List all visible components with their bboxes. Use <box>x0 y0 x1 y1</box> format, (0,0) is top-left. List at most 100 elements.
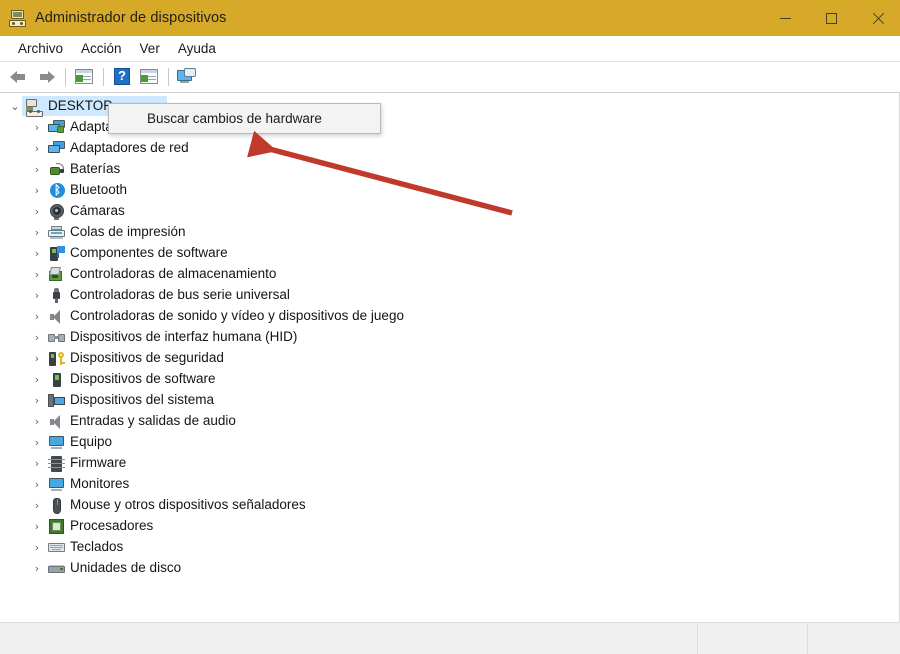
display-adapter-icon <box>48 119 65 136</box>
tree-item-controladoras-de-sonido[interactable]: › Controladoras de sonido y vídeo y disp… <box>0 306 899 327</box>
chevron-right-icon[interactable]: › <box>30 269 44 280</box>
tree-item-label: Entradas y salidas de audio <box>70 413 236 429</box>
device-tree[interactable]: ⌄ DESKTOP- › Adaptadores de pantalla <box>0 93 900 622</box>
tree-item-label: Controladoras de almacenamiento <box>70 266 277 282</box>
tree-item-entradas-y-salidas-de-audio[interactable]: › Entradas y salidas de audio <box>0 411 899 432</box>
content-area: ⌄ DESKTOP- › Adaptadores de pantalla <box>0 93 900 622</box>
tree-item-colas-de-impresion[interactable]: › Colas de impresión <box>0 222 899 243</box>
tree-item-label: Baterías <box>70 161 121 177</box>
security-device-icon <box>48 351 65 367</box>
chevron-right-icon[interactable]: › <box>30 437 44 448</box>
chevron-right-icon[interactable]: › <box>30 206 44 217</box>
device-manager-icon <box>9 9 26 27</box>
tree-item-mouse-y-otros-dispositivos[interactable]: › Mouse y otros dispositivos señaladores <box>0 495 899 516</box>
maximize-button[interactable] <box>808 0 854 36</box>
bluetooth-icon: ᛒ <box>48 182 65 199</box>
tree-item-teclados[interactable]: › Teclados <box>0 537 899 558</box>
forward-arrow-icon <box>36 68 56 86</box>
context-menu-item-buscar-cambios-de-hardware[interactable]: Buscar cambios de hardware <box>109 111 322 126</box>
back-arrow-icon <box>9 68 29 86</box>
tree-item-equipo[interactable]: › Equipo <box>0 432 899 453</box>
monitor-icon <box>48 477 65 493</box>
mouse-icon <box>48 497 65 514</box>
chevron-right-icon[interactable]: › <box>30 521 44 532</box>
chevron-right-icon[interactable]: › <box>30 248 44 259</box>
close-icon <box>871 12 884 25</box>
help-question-icon: ? <box>112 68 132 86</box>
tree-item-procesadores[interactable]: › Procesadores <box>0 516 899 537</box>
tree-item-dispositivos-de-software[interactable]: › Dispositivos de software <box>0 369 899 390</box>
chevron-right-icon[interactable]: › <box>30 227 44 238</box>
context-menu[interactable]: Buscar cambios de hardware <box>108 103 381 134</box>
tree-item-label: Colas de impresión <box>70 224 186 240</box>
tree-item-baterias[interactable]: › Baterías <box>0 159 899 180</box>
help-button[interactable]: ? <box>109 65 135 90</box>
title-bar[interactable]: Administrador de dispositivos <box>0 0 900 36</box>
chevron-right-icon[interactable]: › <box>30 395 44 406</box>
chevron-right-icon[interactable]: › <box>30 353 44 364</box>
audio-io-icon <box>48 414 65 430</box>
tree-item-unidades-de-disco[interactable]: › Unidades de disco <box>0 558 899 579</box>
scan-hardware-button[interactable] <box>174 65 200 90</box>
tree-item-controladoras-de-almacenamiento[interactable]: › Controladoras de almacenamiento <box>0 264 899 285</box>
storage-controller-icon <box>48 266 65 283</box>
tree-item-label: Dispositivos de seguridad <box>70 350 224 366</box>
toolbar-separator-3 <box>168 68 169 86</box>
keyboard-icon <box>48 540 65 556</box>
chevron-right-icon[interactable]: › <box>30 143 44 154</box>
firmware-chip-icon <box>48 455 65 472</box>
tree-item-label: Equipo <box>70 434 113 450</box>
forward-button[interactable] <box>33 65 59 90</box>
menu-accion[interactable]: Acción <box>72 39 131 59</box>
tree-item-dispositivos-del-sistema[interactable]: › Dispositivos del sistema <box>0 390 899 411</box>
tree-item-bluetooth[interactable]: › ᛒ Bluetooth <box>0 180 899 201</box>
update-driver-button[interactable] <box>136 65 162 90</box>
tree-item-dispositivos-de-interfaz-humana[interactable]: › Dispositivos de interfaz humana (HID) <box>0 327 899 348</box>
computer-device-icon <box>26 98 43 117</box>
tree-item-firmware[interactable]: › Firmware <box>0 453 899 474</box>
tree-item-monitores[interactable]: › Monitores <box>0 474 899 495</box>
tree-item-label: Unidades de disco <box>70 560 182 576</box>
chevron-right-icon[interactable]: › <box>30 311 44 322</box>
back-button[interactable] <box>6 65 32 90</box>
computer-monitor-icon <box>48 435 65 451</box>
menu-ayuda[interactable]: Ayuda <box>169 39 225 59</box>
chevron-down-icon[interactable]: ⌄ <box>8 101 22 112</box>
chevron-right-icon[interactable]: › <box>30 290 44 301</box>
menu-archivo[interactable]: Archivo <box>9 39 72 59</box>
chevron-right-icon[interactable]: › <box>30 500 44 511</box>
tree-item-controladoras-de-bus-serie-universal[interactable]: › Controladoras de bus serie universal <box>0 285 899 306</box>
tree-item-dispositivos-de-seguridad[interactable]: › Dispositivos de seguridad <box>0 348 899 369</box>
chevron-right-icon[interactable]: › <box>30 563 44 574</box>
minimize-button[interactable] <box>762 0 808 36</box>
tree-item-adaptadores-de-red[interactable]: › Adaptadores de red <box>0 138 899 159</box>
minimize-icon <box>779 17 791 19</box>
tree-item-label: Bluetooth <box>70 182 128 198</box>
chevron-right-icon[interactable]: › <box>30 332 44 343</box>
chevron-right-icon[interactable]: › <box>30 164 44 175</box>
tree-item-componentes-de-software[interactable]: › Componentes de software <box>0 243 899 264</box>
chevron-right-icon[interactable]: › <box>30 374 44 385</box>
system-device-icon <box>48 393 65 409</box>
tree-item-label: Adaptadores de red <box>70 140 189 156</box>
maximize-icon <box>825 12 837 24</box>
tree-item-camaras[interactable]: › Cámaras <box>0 201 899 222</box>
device-manager-window: Administrador de dispositivos Archivo Ac… <box>0 0 900 654</box>
chevron-right-icon[interactable]: › <box>30 185 44 196</box>
usb-icon <box>48 287 65 304</box>
menu-ver[interactable]: Ver <box>131 39 169 59</box>
close-button[interactable] <box>854 0 900 36</box>
battery-icon <box>48 162 65 178</box>
properties-button[interactable] <box>71 65 97 90</box>
chevron-right-icon[interactable]: › <box>30 122 44 133</box>
tree-item-label: Firmware <box>70 455 127 471</box>
toolbar-separator-1 <box>65 68 66 86</box>
chevron-right-icon[interactable]: › <box>30 479 44 490</box>
software-device-icon <box>48 372 65 388</box>
chevron-right-icon[interactable]: › <box>30 542 44 553</box>
chevron-right-icon[interactable]: › <box>30 458 44 469</box>
toolbar: ? <box>0 62 900 93</box>
tree-root-label: DESKTOP- <box>48 98 117 114</box>
window-controls <box>762 0 900 36</box>
chevron-right-icon[interactable]: › <box>30 416 44 427</box>
